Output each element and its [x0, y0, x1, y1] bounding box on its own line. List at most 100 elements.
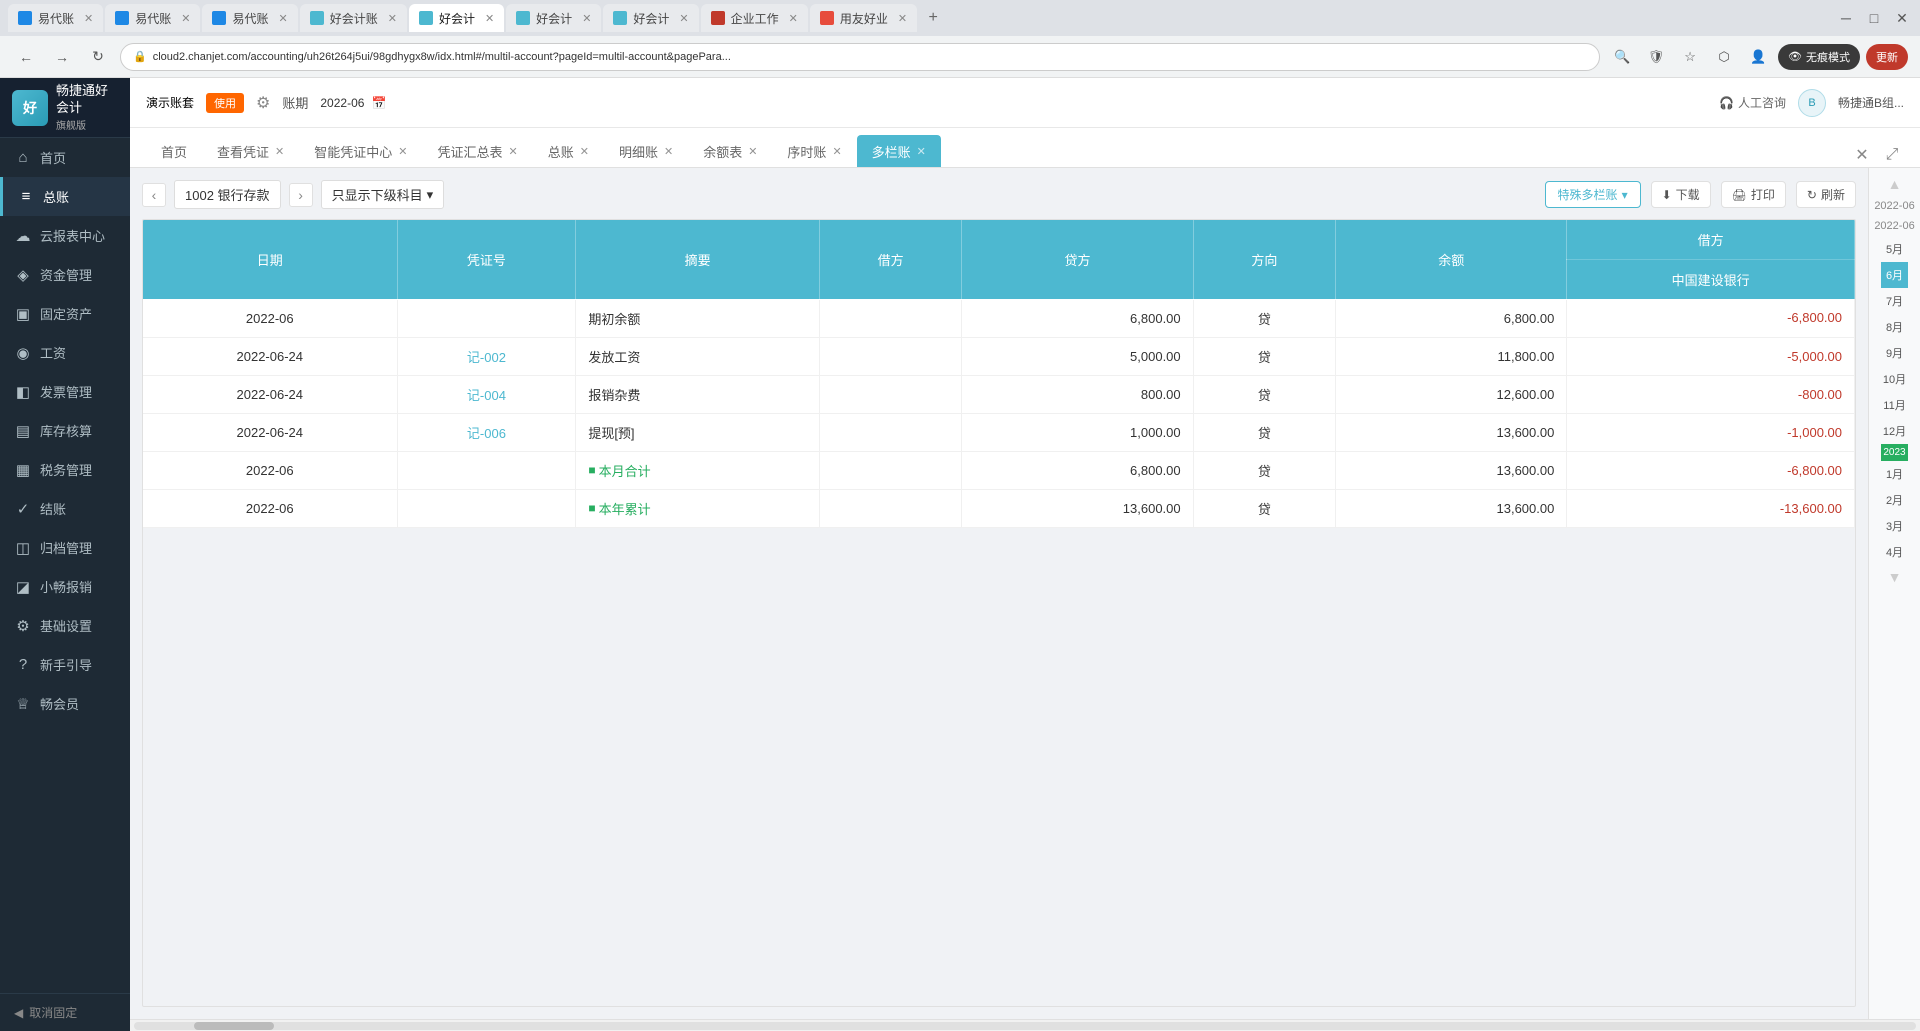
update-button[interactable]: 更新	[1866, 44, 1908, 70]
tab-detail-ledger[interactable]: 明细账 ✕	[604, 135, 688, 167]
browser-tab-7[interactable]: 好会计 ✕	[603, 4, 698, 32]
print-button[interactable]: 🖨 打印	[1721, 181, 1786, 208]
filter-dropdown[interactable]: 只显示下级科目 ▾	[321, 180, 445, 209]
browser-tab-8[interactable]: 企业工作 ✕	[701, 4, 808, 32]
date-panel-item-4[interactable]: 9月	[1881, 340, 1908, 366]
cell-voucher-2[interactable]: 记-004	[397, 375, 576, 413]
next-account-button[interactable]: ›	[289, 183, 313, 207]
sidebar-item-home[interactable]: ⌂ 首页	[0, 138, 130, 177]
sidebar-item-settings[interactable]: ⚙ 基础设置	[0, 606, 130, 645]
consult-button[interactable]: 🎧 人工咨询	[1719, 94, 1786, 111]
minimize-button[interactable]: ─	[1836, 8, 1856, 28]
tab-expand-icon[interactable]: ⤢	[1880, 143, 1904, 167]
browser-tab-1[interactable]: 易代账 ✕	[8, 4, 103, 32]
sidebar-item-expense[interactable]: ◪ 小畅报销	[0, 567, 130, 606]
download-button[interactable]: ⬇ 下载	[1651, 181, 1711, 208]
date-panel-item-9[interactable]: 1月	[1881, 461, 1908, 487]
tab-voucher-summary-close[interactable]: ✕	[509, 145, 518, 158]
tab-home[interactable]: 首页	[146, 135, 202, 167]
tab-close-1[interactable]: ✕	[84, 12, 93, 25]
tab-multi-ledger[interactable]: 多栏账 ✕	[857, 135, 941, 167]
sidebar-item-fund-mgmt[interactable]: ◈ 资金管理	[0, 255, 130, 294]
scroll-thumb[interactable]	[194, 1022, 274, 1030]
voucher-link-1[interactable]: 记-002	[467, 350, 506, 365]
sidebar-item-fixed-assets[interactable]: ▣ 固定资产	[0, 294, 130, 333]
date-panel-item-10[interactable]: 2月	[1881, 487, 1908, 513]
date-panel-item-11[interactable]: 3月	[1881, 513, 1908, 539]
special-multi-ledger-button[interactable]: 特殊多栏账 ▾	[1545, 181, 1641, 208]
tab-close-5[interactable]: ✕	[485, 12, 494, 25]
sidebar-item-tax[interactable]: ▦ 税务管理	[0, 450, 130, 489]
browser-tab-9[interactable]: 用友好业 ✕	[810, 4, 917, 32]
tab-general-ledger-close[interactable]: ✕	[580, 145, 589, 158]
tab-close-9[interactable]: ✕	[898, 12, 907, 25]
date-panel-item-12[interactable]: 4月	[1881, 539, 1908, 565]
date-panel-item-2[interactable]: 7月	[1881, 288, 1908, 314]
refresh-button[interactable]: ↻	[84, 43, 112, 71]
sidebar-item-inventory[interactable]: ▤ 库存核算	[0, 411, 130, 450]
date-panel-item-6[interactable]: 11月	[1881, 392, 1908, 418]
voucher-link-3[interactable]: 记-006	[467, 426, 506, 441]
bottom-scroll[interactable]	[130, 1019, 1920, 1031]
demo-badge[interactable]: 使用	[206, 93, 244, 113]
prev-account-button[interactable]: ‹	[142, 183, 166, 207]
date-panel-item-8[interactable]: 2023	[1881, 444, 1908, 461]
tab-close-3[interactable]: ✕	[278, 12, 287, 25]
tab-sequence-ledger[interactable]: 序时账 ✕	[772, 135, 856, 167]
voucher-link-2[interactable]: 记-004	[467, 388, 506, 403]
tab-close-7[interactable]: ✕	[679, 12, 688, 25]
browser-tab-3[interactable]: 易代账 ✕	[202, 4, 297, 32]
tab-smart-voucher-close[interactable]: ✕	[398, 145, 407, 158]
sidebar-item-general-ledger[interactable]: ≡ 总账	[0, 177, 130, 216]
browser-tab-5[interactable]: 好会计 ✕	[409, 4, 504, 32]
date-panel-scroll-down[interactable]: ▼	[1869, 565, 1920, 589]
browser-tab-6[interactable]: 好会计 ✕	[506, 4, 601, 32]
browser-tab-2[interactable]: 易代账 ✕	[105, 4, 200, 32]
maximize-button[interactable]: □	[1864, 8, 1884, 28]
new-tab-button[interactable]: +	[919, 4, 947, 32]
tab-voucher-summary[interactable]: 凭证汇总表 ✕	[422, 135, 532, 167]
date-panel-item-1[interactable]: 6月	[1881, 262, 1908, 288]
tab-smart-voucher[interactable]: 智能凭证中心 ✕	[299, 135, 422, 167]
profile-icon[interactable]: 👤	[1744, 43, 1772, 71]
tab-close-6[interactable]: ✕	[582, 12, 591, 25]
sidebar-item-guide[interactable]: ? 新手引导	[0, 645, 130, 684]
date-panel-item-5[interactable]: 10月	[1881, 366, 1908, 392]
date-panel-item-0[interactable]: 5月	[1881, 236, 1908, 262]
settings-gear-icon[interactable]: ⚙	[256, 93, 270, 113]
sidebar-item-cloud-report[interactable]: ☁ 云报表中心	[0, 216, 130, 255]
tab-view-voucher-close[interactable]: ✕	[275, 145, 284, 158]
browser-tab-4[interactable]: 好会计账 ✕	[300, 4, 407, 32]
sidebar-footer[interactable]: ◀ 取消固定	[0, 993, 130, 1031]
tab-close-2[interactable]: ✕	[181, 12, 190, 25]
search-icon[interactable]: 🔍	[1608, 43, 1636, 71]
date-panel-item-3[interactable]: 8月	[1881, 314, 1908, 340]
sidebar-item-closing[interactable]: ✓ 结账	[0, 489, 130, 528]
star-icon[interactable]: ☆	[1676, 43, 1704, 71]
shield-icon[interactable]: 🛡	[1642, 43, 1670, 71]
extensions-icon[interactable]: ⬡	[1710, 43, 1738, 71]
scroll-track[interactable]	[134, 1022, 1916, 1030]
tab-detail-ledger-close[interactable]: ✕	[664, 145, 673, 158]
forward-button[interactable]: →	[48, 43, 76, 71]
date-panel-scroll-up[interactable]: ▲	[1869, 172, 1920, 196]
sidebar-item-member[interactable]: ♕ 畅会员	[0, 684, 130, 723]
sidebar-item-payroll[interactable]: ◉ 工资	[0, 333, 130, 372]
tab-multi-ledger-close[interactable]: ✕	[917, 145, 926, 158]
tab-close-4[interactable]: ✕	[388, 12, 397, 25]
tab-sequence-ledger-close[interactable]: ✕	[832, 145, 841, 158]
wuhen-button[interactable]: 👁 无痕模式	[1778, 44, 1860, 70]
period-value[interactable]: 2022-06 📅	[320, 96, 386, 110]
refresh-button[interactable]: ↻ 刷新	[1796, 181, 1856, 208]
user-name-label[interactable]: 畅捷通B组...	[1838, 94, 1904, 111]
close-button[interactable]: ✕	[1892, 8, 1912, 28]
date-panel-item-7[interactable]: 12月	[1881, 418, 1908, 444]
url-bar[interactable]: 🔒 cloud2.chanjet.com/accounting/uh26t264…	[120, 43, 1600, 71]
sidebar-item-archive[interactable]: ◫ 归档管理	[0, 528, 130, 567]
tab-collapse-icon[interactable]: ✕	[1850, 143, 1874, 167]
sidebar-item-invoice[interactable]: ◧ 发票管理	[0, 372, 130, 411]
tab-close-8[interactable]: ✕	[789, 12, 798, 25]
cell-voucher-1[interactable]: 记-002	[397, 337, 576, 375]
back-button[interactable]: ←	[12, 43, 40, 71]
tab-balance-table-close[interactable]: ✕	[748, 145, 757, 158]
